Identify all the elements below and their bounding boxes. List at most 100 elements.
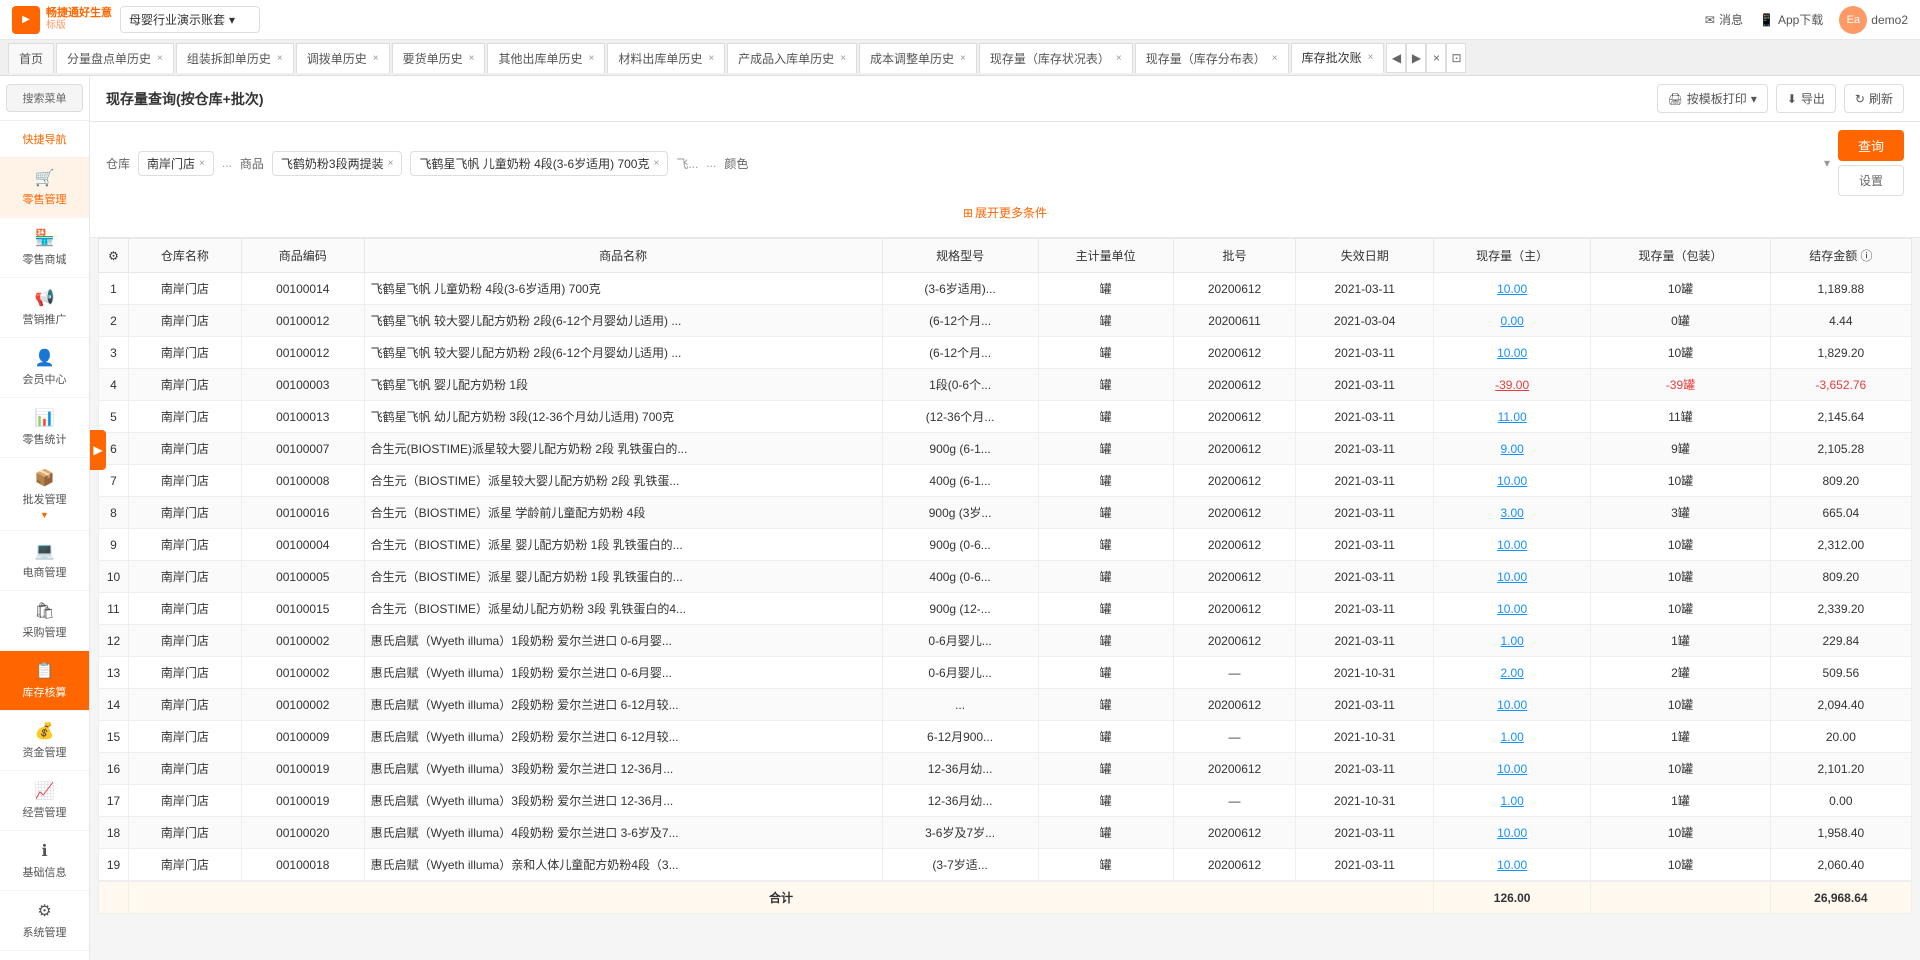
export-label: 导出 <box>1801 90 1825 107</box>
row-qty-main[interactable]: 10.00 <box>1434 337 1591 369</box>
sidebar-item-retail-stats[interactable]: 📊 零售统计 <box>0 398 89 458</box>
row-batch: 20200612 <box>1173 561 1296 593</box>
tab-next-btn[interactable]: ▶ <box>1406 43 1426 73</box>
sidebar-item-enterprise[interactable]: 🤝 企业协同 <box>0 951 89 960</box>
row-qty-main[interactable]: 1.00 <box>1434 721 1591 753</box>
warehouse-tag-close-icon[interactable]: × <box>199 158 205 169</box>
row-qty-main[interactable]: -39.00 <box>1434 369 1591 401</box>
tab-yaohuo[interactable]: 要货单历史 × <box>392 43 486 73</box>
tab-xianzai1-close[interactable]: × <box>1116 53 1122 64</box>
warehouse-tag[interactable]: 南岸门店 × <box>138 151 214 176</box>
sidebar-item-wholesale[interactable]: 📦 批发管理 ▼ <box>0 458 89 531</box>
row-qty-main[interactable]: 10.00 <box>1434 561 1591 593</box>
row-warehouse: 南岸门店 <box>129 305 242 337</box>
row-qty-main[interactable]: 1.00 <box>1434 625 1591 657</box>
sidebar-item-operations[interactable]: 📈 经营管理 <box>0 771 89 831</box>
user-area[interactable]: Ea demo2 <box>1839 6 1908 34</box>
settings-btn[interactable]: 设置 <box>1838 165 1904 196</box>
color-dropdown-icon[interactable]: ▾ <box>1824 156 1830 170</box>
row-code: 00100002 <box>241 657 364 689</box>
tab-yaohuo-close[interactable]: × <box>469 53 475 64</box>
row-name: 合生元（BIOSTIME）派星 婴儿配方奶粉 1段 乳铁蛋白的... <box>364 529 882 561</box>
message-btn[interactable]: ✉ 消息 <box>1705 11 1743 28</box>
warehouse-dots[interactable]: ... <box>222 156 232 170</box>
wholesale-expand-icon: ▼ <box>40 510 49 520</box>
product-dots[interactable]: ... <box>706 156 716 170</box>
tab-cailiao[interactable]: 材料出库单历史 × <box>607 43 725 73</box>
table-row: 12 南岸门店 00100002 惠氏启赋（Wyeth illuma）1段奶粉 … <box>99 625 1912 657</box>
row-qty-main[interactable]: 11.00 <box>1434 401 1591 433</box>
tab-qita[interactable]: 其他出库单历史 × <box>487 43 605 73</box>
row-qty-main[interactable]: 3.00 <box>1434 497 1591 529</box>
row-qty-main[interactable]: 2.00 <box>1434 657 1591 689</box>
row-qty-main[interactable]: 10.00 <box>1434 849 1591 882</box>
quick-nav-btn[interactable]: 快捷导航 <box>0 125 89 153</box>
tab-kupicizhi[interactable]: 库存批次账 × <box>1291 43 1385 73</box>
tab-kupicizhi-close[interactable]: × <box>1368 52 1374 63</box>
tab-xianzai2-close[interactable]: × <box>1272 53 1278 64</box>
tab-xianzai2[interactable]: 现存量（库存分布表） × <box>1135 43 1289 73</box>
product-more-label[interactable]: 飞... <box>676 155 698 172</box>
app-download-btn[interactable]: 📱 App下载 <box>1759 11 1823 28</box>
row-expire: 2021-03-11 <box>1296 753 1434 785</box>
sidebar-item-system[interactable]: ⚙ 系统管理 <box>0 891 89 951</box>
tab-prev-btn[interactable]: ◀ <box>1386 43 1406 73</box>
row-qty-main[interactable]: 10.00 <box>1434 465 1591 497</box>
sidebar-item-ecommerce[interactable]: 💻 电商管理 <box>0 531 89 591</box>
product-tag2-close-icon[interactable]: × <box>653 158 659 169</box>
tab-fenpi[interactable]: 分量盘点单历史 × <box>56 43 174 73</box>
row-qty-main[interactable]: 10.00 <box>1434 529 1591 561</box>
tab-tiaopi-label: 调拨单历史 <box>307 50 367 67</box>
row-expire: 2021-03-11 <box>1296 369 1434 401</box>
query-btn[interactable]: 查询 <box>1838 130 1904 161</box>
row-qty-main[interactable]: 1.00 <box>1434 785 1591 817</box>
row-qty-main[interactable]: 0.00 <box>1434 305 1591 337</box>
product-tag1-close-icon[interactable]: × <box>388 158 394 169</box>
print-btn[interactable]: 🖨 按模板打印 ▾ <box>1657 84 1768 113</box>
row-qty-main[interactable]: 10.00 <box>1434 753 1591 785</box>
row-expire: 2021-03-11 <box>1296 401 1434 433</box>
col-code: 商品编码 <box>241 239 364 273</box>
row-qty-pack: 9罐 <box>1591 433 1770 465</box>
row-qty-main[interactable]: 10.00 <box>1434 817 1591 849</box>
sidebar-item-retail-shop[interactable]: 🏪 零售商城 <box>0 218 89 278</box>
sidebar-item-marketing[interactable]: 📢 营销推广 <box>0 278 89 338</box>
industry-selector[interactable]: 母婴行业演示账套 ▾ <box>120 6 260 33</box>
tab-chengpin[interactable]: 产成品入库单历史 × <box>727 43 857 73</box>
row-code: 00100014 <box>241 273 364 305</box>
sidebar-item-member[interactable]: 👤 会员中心 <box>0 338 89 398</box>
row-qty-main[interactable]: 10.00 <box>1434 593 1591 625</box>
tab-xianzai1[interactable]: 现存量（库存状况表） × <box>979 43 1133 73</box>
refresh-btn[interactable]: ↻ 刷新 <box>1844 84 1904 113</box>
row-qty-main[interactable]: 9.00 <box>1434 433 1591 465</box>
tab-chengpin-close[interactable]: × <box>840 53 846 64</box>
tab-menu-btn[interactable]: ⊡ <box>1446 43 1466 73</box>
tab-close-all-btn[interactable]: × <box>1426 43 1446 73</box>
tab-chengben-close[interactable]: × <box>960 53 966 64</box>
tab-cailiao-close[interactable]: × <box>708 53 714 64</box>
sidebar-item-purchase[interactable]: 🛍 采购管理 <box>0 591 89 651</box>
product-tag2[interactable]: 飞鹤星飞帆 儿童奶粉 4段(3-6岁适用) 700克 × <box>410 151 668 176</box>
row-qty-main[interactable]: 10.00 <box>1434 273 1591 305</box>
expand-conditions-btn[interactable]: ⊞ 展开更多条件 <box>963 204 1047 221</box>
sidebar-item-retail-mgmt[interactable]: 🛒 零售管理 <box>0 158 89 218</box>
sidebar-item-finance[interactable]: 💰 资金管理 <box>0 711 89 771</box>
tab-tiaopi-close[interactable]: × <box>373 53 379 64</box>
tab-home[interactable]: 首页 <box>8 43 54 73</box>
search-menu-btn[interactable]: 搜索菜单 <box>6 84 83 112</box>
export-btn[interactable]: ⬇ 导出 <box>1776 84 1836 113</box>
sidebar-item-basic-info[interactable]: ℹ 基础信息 <box>0 831 89 891</box>
sidebar-expand-btn[interactable]: ▶ <box>90 430 106 470</box>
sidebar-item-inventory[interactable]: 📋 库存核算 <box>0 651 89 711</box>
tab-qita-close[interactable]: × <box>588 53 594 64</box>
tab-zuchai-close[interactable]: × <box>277 53 283 64</box>
col-settings[interactable]: ⚙ <box>99 239 129 273</box>
tab-chengben[interactable]: 成本调整单历史 × <box>859 43 977 73</box>
tab-zuchai[interactable]: 组装拆卸单历史 × <box>176 43 294 73</box>
product-tag1[interactable]: 飞鹤奶粉3段两提装 × <box>272 151 403 176</box>
row-warehouse: 南岸门店 <box>129 497 242 529</box>
download-icon: 📱 <box>1759 13 1774 27</box>
tab-tiaopi[interactable]: 调拨单历史 × <box>296 43 390 73</box>
tab-fenpi-close[interactable]: × <box>157 53 163 64</box>
row-qty-main[interactable]: 10.00 <box>1434 689 1591 721</box>
